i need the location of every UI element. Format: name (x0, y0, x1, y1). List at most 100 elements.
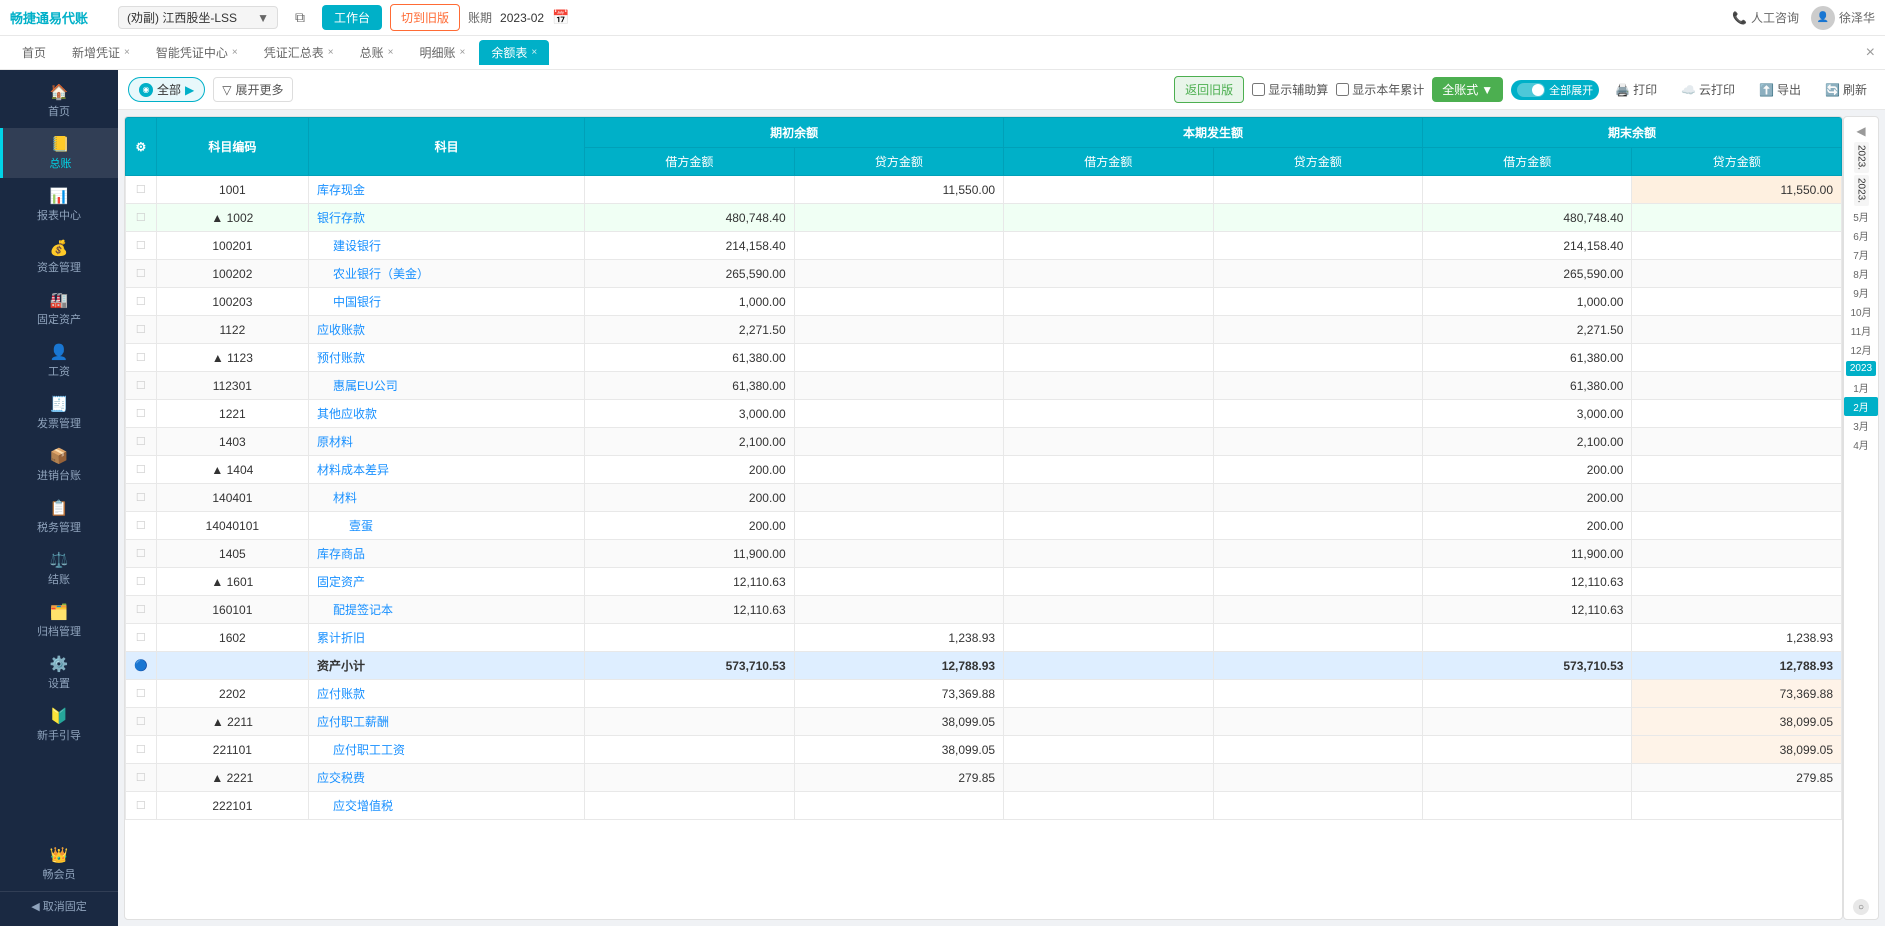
tab-new-voucher[interactable]: 新增凭证 × (60, 40, 142, 65)
tab-close-detail[interactable]: × (459, 47, 465, 58)
row-name[interactable]: 材料 (309, 484, 585, 512)
row-checkbox[interactable]: ☐ (126, 372, 157, 400)
row-name[interactable]: 资产小计 (309, 652, 585, 680)
tab-ledger[interactable]: 总账 × (348, 40, 406, 65)
row-checkbox[interactable]: ☐ (126, 400, 157, 428)
row-name[interactable]: 应交税费 (309, 764, 585, 792)
row-checkbox[interactable]: ☐ (126, 456, 157, 484)
row-checkbox[interactable]: ☐ (126, 288, 157, 316)
row-name[interactable]: 应付账款 (309, 680, 585, 708)
workspace-button[interactable]: 工作台 (322, 5, 382, 30)
row-checkbox[interactable]: ☐ (126, 176, 157, 204)
row-checkbox[interactable]: ☐ (126, 260, 157, 288)
col-settings[interactable]: ⚙ (126, 118, 157, 176)
sidebar-item-archive[interactable]: 🗂️ 归档管理 (0, 596, 118, 646)
sidebar-item-settlement[interactable]: ⚖️ 结账 (0, 544, 118, 594)
consultant-button[interactable]: 📞 人工咨询 (1732, 9, 1799, 26)
row-name[interactable]: 应收账款 (309, 316, 585, 344)
row-checkbox[interactable]: ☐ (126, 428, 157, 456)
timeline-month-10[interactable]: 10月 (1844, 302, 1878, 321)
row-name[interactable]: 惠属EU公司 (309, 372, 585, 400)
refresh-button[interactable]: 🔄 刷新 (1817, 77, 1875, 102)
tab-close-ledger[interactable]: × (388, 47, 394, 58)
print-button[interactable]: 🖨️ 打印 (1607, 77, 1665, 102)
company-selector[interactable]: (劝副) 江西股坐-LSS ▼ (118, 6, 278, 29)
tab-voucher-summary[interactable]: 凭证汇总表 × (252, 40, 346, 65)
row-checkbox[interactable]: ☐ (126, 736, 157, 764)
timeline-month-2-active[interactable]: 2月 (1844, 397, 1878, 416)
expand-more-button[interactable]: ▽ 展开更多 (213, 77, 292, 102)
tab-close-smart-voucher[interactable]: × (232, 47, 238, 58)
row-checkbox[interactable]: ☐ (126, 540, 157, 568)
row-name[interactable]: 银行存款 (309, 204, 585, 232)
row-name[interactable]: 原材料 (309, 428, 585, 456)
row-name[interactable]: 中国银行 (309, 288, 585, 316)
row-name[interactable]: 库存商品 (309, 540, 585, 568)
row-name[interactable]: 库存现金 (309, 176, 585, 204)
timeline-month-1[interactable]: 1月 (1844, 378, 1878, 397)
sidebar-item-assets[interactable]: 🏭 固定资产 (0, 284, 118, 334)
timeline-month-4[interactable]: 4月 (1844, 435, 1878, 454)
row-name[interactable]: 应交增值税 (309, 792, 585, 820)
row-checkbox[interactable]: 🔵 (126, 652, 157, 680)
user-menu[interactable]: 👤 徐泽华 (1811, 6, 1875, 30)
timeline-month-9[interactable]: 9月 (1844, 283, 1878, 302)
tab-home[interactable]: 首页 (10, 40, 58, 65)
sidebar-item-capital[interactable]: 💰 资金管理 (0, 232, 118, 282)
row-checkbox[interactable]: ☐ (126, 512, 157, 540)
row-name[interactable]: 累计折旧 (309, 624, 585, 652)
row-name[interactable]: 壹蛋 (309, 512, 585, 540)
copy-icon[interactable]: ⧉ (286, 4, 314, 32)
export-button[interactable]: ⬆️ 导出 (1751, 77, 1809, 102)
show-ytd-checkbox[interactable]: 显示本年累计 (1336, 81, 1424, 98)
format-button[interactable]: 全账式 ▼ (1432, 77, 1503, 102)
expand-all-toggle[interactable]: 全部展开 (1511, 80, 1599, 100)
timeline-month-7[interactable]: 7月 (1844, 245, 1878, 264)
sidebar-item-settings[interactable]: ⚙️ 设置 (0, 648, 118, 698)
row-checkbox[interactable]: ☐ (126, 708, 157, 736)
row-checkbox[interactable]: ☐ (126, 792, 157, 820)
timeline-year-2023-prev2[interactable]: 2023. (1854, 175, 1869, 206)
timeline-year-2023-prev1[interactable]: 2023. (1854, 142, 1869, 173)
row-name[interactable]: 固定资产 (309, 568, 585, 596)
back-old-version-button[interactable]: 返回旧版 (1174, 76, 1244, 103)
filter-all-button[interactable]: ◉ 全部 ▶ (128, 77, 205, 102)
sidebar-item-ledger[interactable]: 📒 总账 (0, 128, 118, 178)
row-checkbox[interactable]: ☐ (126, 624, 157, 652)
row-checkbox[interactable]: ☐ (126, 316, 157, 344)
row-name[interactable]: 应付职工工资 (309, 736, 585, 764)
row-checkbox[interactable]: ☐ (126, 568, 157, 596)
sidebar-item-invoice[interactable]: 🧾 发票管理 (0, 388, 118, 438)
tab-close-balance[interactable]: × (531, 47, 537, 58)
timeline-month-12[interactable]: 12月 (1844, 340, 1878, 359)
row-checkbox[interactable]: ☐ (126, 484, 157, 512)
timeline-expand-icon[interactable]: ◀ (1851, 121, 1871, 141)
tab-close-voucher-summary[interactable]: × (328, 47, 334, 58)
row-checkbox[interactable]: ☐ (126, 204, 157, 232)
row-checkbox[interactable]: ☐ (126, 596, 157, 624)
row-name[interactable]: 农业银行（美金） (309, 260, 585, 288)
sidebar-item-member[interactable]: 👑 畅会员 (0, 839, 118, 889)
calendar-icon[interactable]: 📅 (552, 9, 569, 26)
sidebar-item-reports[interactable]: 📊 报表中心 (0, 180, 118, 230)
switch-old-button[interactable]: 切到旧版 (390, 4, 460, 31)
show-aux-checkbox[interactable]: 显示辅助算 (1252, 81, 1328, 98)
row-name[interactable]: 材料成本差异 (309, 456, 585, 484)
timeline-month-5[interactable]: 5月 (1844, 207, 1878, 226)
sidebar-item-purchase[interactable]: 📦 进销台账 (0, 440, 118, 490)
row-name[interactable]: 配提签记本 (309, 596, 585, 624)
sidebar-item-home[interactable]: 🏠 首页 (0, 76, 118, 126)
tab-detail[interactable]: 明细账 × (407, 40, 477, 65)
row-checkbox[interactable]: ☐ (126, 680, 157, 708)
row-name[interactable]: 预付账款 (309, 344, 585, 372)
row-name[interactable]: 应付职工薪酬 (309, 708, 585, 736)
tab-close-new-voucher[interactable]: × (124, 47, 130, 58)
row-checkbox[interactable]: ☐ (126, 232, 157, 260)
timeline-month-3[interactable]: 3月 (1844, 416, 1878, 435)
sidebar-item-tax[interactable]: 📋 税务管理 (0, 492, 118, 542)
sidebar-item-payroll[interactable]: 👤 工资 (0, 336, 118, 386)
timeline-month-11[interactable]: 11月 (1844, 321, 1878, 340)
row-name[interactable]: 建设银行 (309, 232, 585, 260)
row-checkbox[interactable]: ☐ (126, 764, 157, 792)
cloud-print-button[interactable]: ☁️ 云打印 (1673, 77, 1743, 102)
